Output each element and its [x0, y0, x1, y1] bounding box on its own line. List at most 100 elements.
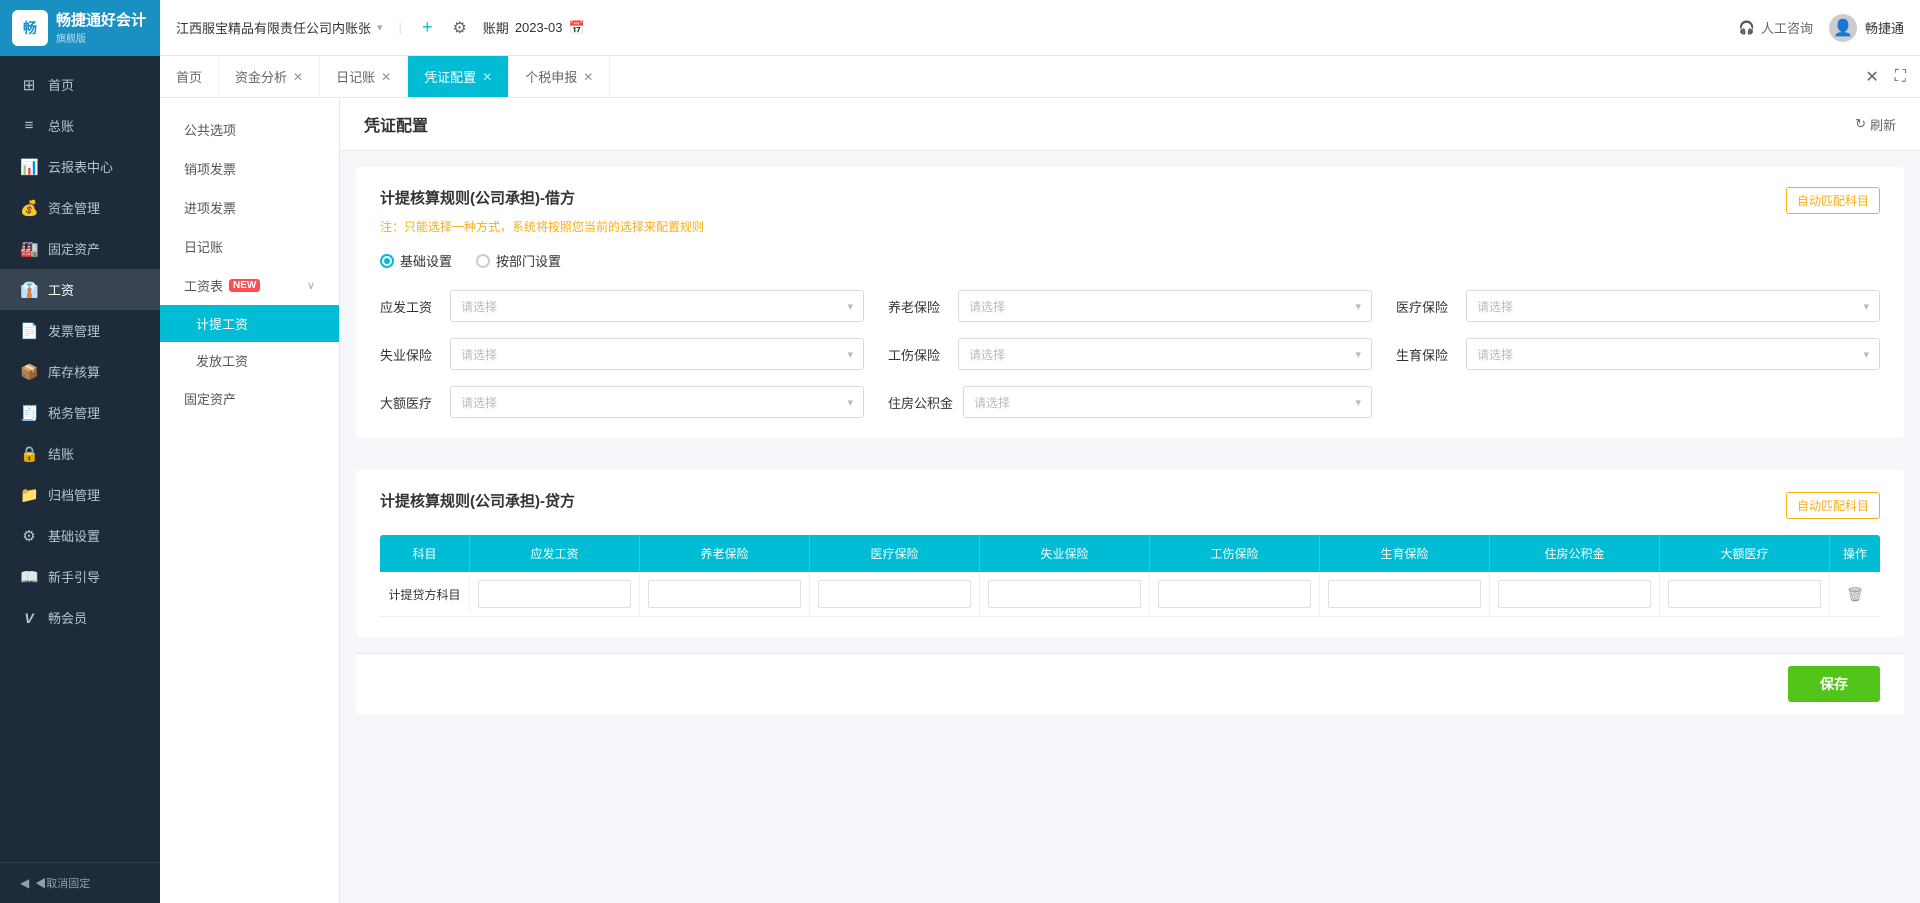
select-yanglao[interactable]: 请选择 ▾ — [958, 290, 1372, 322]
field-yanglao-baoxian: 养老保险 请选择 ▾ — [888, 290, 1372, 322]
radio-department[interactable]: 按部门设置 — [476, 251, 561, 270]
save-button[interactable]: 保存 — [1788, 666, 1880, 702]
select-yingfa[interactable]: 请选择 ▾ — [450, 290, 864, 322]
td-gongshang-input[interactable] — [1150, 572, 1320, 616]
sidebar-item-guide[interactable]: 📖 新手引导 — [0, 556, 160, 597]
tab-home[interactable]: 首页 — [160, 56, 219, 97]
refresh-btn[interactable]: ↻ 刷新 — [1855, 115, 1896, 134]
th-yiliao: 医疗保险 — [810, 535, 980, 572]
select-yiliao[interactable]: 请选择 ▾ — [1466, 290, 1880, 322]
sidebar-item-home[interactable]: ⊞ 首页 — [0, 64, 160, 105]
select-daezhu[interactable]: 请选择 ▾ — [450, 386, 864, 418]
td-yanglao-input[interactable] — [640, 572, 810, 616]
sidebar-item-inventory[interactable]: 📦 库存核算 — [0, 351, 160, 392]
headset-icon: 🎧 — [1739, 20, 1755, 36]
delete-row-icon[interactable]: 🗑 — [1846, 586, 1864, 602]
sidebar-logo: 畅 畅捷通好会计 旗舰版 — [0, 0, 160, 56]
debit-auto-match-btn[interactable]: 自动匹配科目 — [1786, 187, 1880, 214]
tab-expand-btn[interactable]: ⛶ — [1889, 64, 1912, 90]
select-shengyu[interactable]: 请选择 ▾ — [1466, 338, 1880, 370]
content-area: 公共选项 销项发票 进项发票 日记账 工资表 NEW ∨ 计提工资 — [160, 98, 1920, 903]
menu-journal[interactable]: 日记账 — [160, 227, 339, 266]
table-row: 计提贷方科目 🗑 — [380, 572, 1880, 617]
td-shengyu-input[interactable] — [1320, 572, 1490, 616]
credit-table: 科目 应发工资 养老保险 医疗保险 失业保险 工伤保险 生育保险 住房公积金 大… — [380, 535, 1880, 617]
sidebar-item-member[interactable]: V 畅会员 — [0, 597, 160, 638]
tab-funds-analysis[interactable]: 资金分析 ✕ — [219, 56, 320, 97]
table-header: 科目 应发工资 养老保险 医疗保险 失业保险 工伤保险 生育保险 住房公积金 大… — [380, 535, 1880, 572]
menu-accrue-salary[interactable]: 计提工资 — [160, 305, 339, 342]
period-label: 账期 — [483, 18, 509, 37]
input-gongshang[interactable] — [1158, 580, 1311, 608]
new-badge: NEW — [229, 279, 260, 292]
sidebar-item-archive[interactable]: 📁 归档管理 — [0, 474, 160, 515]
select-gongshang[interactable]: 请选择 ▾ — [958, 338, 1372, 370]
td-delete[interactable]: 🗑 — [1830, 578, 1880, 611]
td-daezhu-input[interactable] — [1660, 572, 1830, 616]
sidebar-item-basic-settings[interactable]: ⚙ 基础设置 — [0, 515, 160, 556]
sidebar-label-invoice: 发票管理 — [48, 321, 100, 340]
menu-salary-sheet[interactable]: 工资表 NEW ∨ — [160, 266, 339, 305]
tab-voucher-label: 凭证配置 — [424, 67, 476, 86]
input-yiliao[interactable] — [818, 580, 971, 608]
input-shengyu[interactable] — [1328, 580, 1481, 608]
th-kemu: 科目 — [380, 535, 470, 572]
tab-close-all-btn[interactable]: ✕ — [1859, 63, 1884, 91]
td-zhufang-input[interactable] — [1490, 572, 1660, 616]
tab-voucher-config[interactable]: 凭证配置 ✕ — [408, 56, 509, 97]
menu-purchase-invoice[interactable]: 进项发票 — [160, 188, 339, 227]
fixed-assets-icon: 🏭 — [20, 240, 38, 258]
logo-name: 畅捷通好会计 — [56, 12, 146, 30]
tab-funds-close[interactable]: ✕ — [293, 70, 303, 84]
tab-home-label: 首页 — [176, 67, 202, 86]
tab-tax[interactable]: 个税申报 ✕ — [509, 56, 610, 97]
menu-sales-invoice[interactable]: 销项发票 — [160, 149, 339, 188]
input-zhufang[interactable] — [1498, 580, 1651, 608]
sidebar-item-invoice[interactable]: 📄 发票管理 — [0, 310, 160, 351]
service-btn[interactable]: 🎧 人工咨询 — [1739, 18, 1813, 37]
menu-public-options[interactable]: 公共选项 — [160, 110, 339, 149]
tab-tax-close[interactable]: ✕ — [583, 70, 593, 84]
settings-btn[interactable]: ⚙ — [448, 14, 470, 42]
add-account-btn[interactable]: + — [418, 13, 437, 42]
td-shiye-input[interactable] — [980, 572, 1150, 616]
company-selector[interactable]: 江西服宝精品有限责任公司内账张 ▾ — [176, 18, 383, 37]
input-shiye[interactable] — [988, 580, 1141, 608]
chevron-gongshang: ▾ — [1355, 348, 1361, 361]
radio-basic[interactable]: 基础设置 — [380, 251, 452, 270]
td-row-label: 计提贷方科目 — [380, 578, 470, 611]
user-area[interactable]: 👤 畅捷通 — [1829, 14, 1904, 42]
select-zhufang[interactable]: 请选择 ▾ — [963, 386, 1372, 418]
input-yingfa[interactable] — [478, 580, 631, 608]
th-shengyu: 生育保险 — [1320, 535, 1490, 572]
input-yanglao[interactable] — [648, 580, 801, 608]
cancel-fixed-btn[interactable]: ◀ ◀取消固定 — [0, 862, 160, 903]
sidebar-item-funds[interactable]: 💰 资金管理 — [0, 187, 160, 228]
label-daezhu: 大额医疗 — [380, 393, 440, 412]
sidebar-item-general-ledger[interactable]: ≡ 总账 — [0, 105, 160, 146]
ledger-icon: ≡ — [20, 117, 38, 134]
credit-auto-match-btn[interactable]: 自动匹配科目 — [1786, 492, 1880, 519]
calendar-icon[interactable]: 📅 — [569, 20, 585, 36]
sidebar-item-cloud-report[interactable]: 📊 云报表中心 — [0, 146, 160, 187]
menu-pay-salary[interactable]: 发放工资 — [160, 342, 339, 379]
sidebar-item-close[interactable]: 🔒 结账 — [0, 433, 160, 474]
radio-basic-label: 基础设置 — [400, 251, 452, 270]
td-yingfa-input[interactable] — [470, 572, 640, 616]
sidebar-label-ledger: 总账 — [48, 116, 74, 135]
select-shiye[interactable]: 请选择 ▾ — [450, 338, 864, 370]
tab-voucher-close[interactable]: ✕ — [482, 70, 492, 84]
td-yiliao-input[interactable] — [810, 572, 980, 616]
tab-journal[interactable]: 日记账 ✕ — [320, 56, 408, 97]
sidebar-item-tax[interactable]: 🧾 税务管理 — [0, 392, 160, 433]
input-daezhu[interactable] — [1668, 580, 1821, 608]
menu-fixed-assets[interactable]: 固定资产 — [160, 379, 339, 418]
chevron-daezhu: ▾ — [847, 396, 853, 409]
cancel-fixed-icon: ◀ — [20, 876, 29, 890]
sidebar-item-salary[interactable]: 👔 工资 — [0, 269, 160, 310]
tab-funds-label: 资金分析 — [235, 67, 287, 86]
tab-journal-close[interactable]: ✕ — [381, 70, 391, 84]
sidebar-item-fixed-assets[interactable]: 🏭 固定资产 — [0, 228, 160, 269]
home-icon: ⊞ — [20, 76, 38, 94]
sidebar-label-member: 畅会员 — [48, 608, 87, 627]
